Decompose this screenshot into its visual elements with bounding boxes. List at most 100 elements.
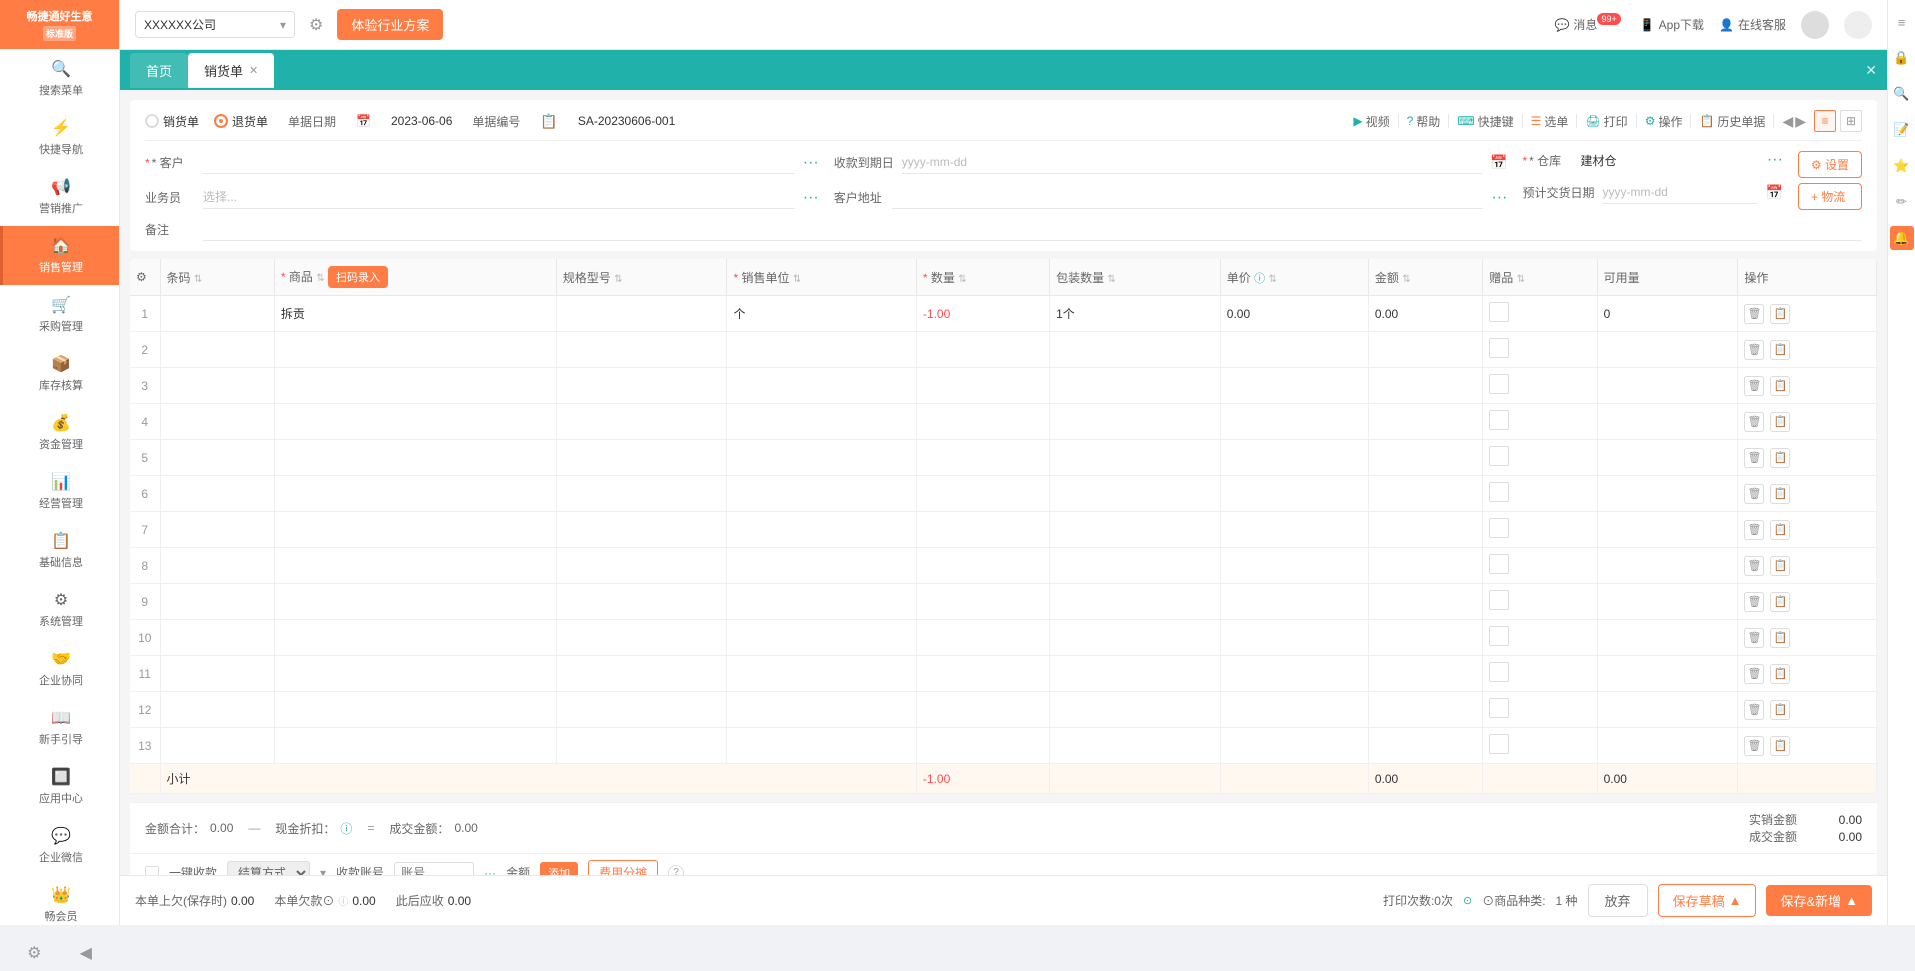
- right-tool-list-icon[interactable]: ≡: [1890, 10, 1914, 34]
- row-product[interactable]: 拆贡: [274, 296, 556, 332]
- sidebar-item-purchase[interactable]: 🛒 采购管理: [0, 285, 119, 344]
- copy-row-icon[interactable]: 📋: [1770, 304, 1790, 324]
- tab-home[interactable]: 首页: [130, 53, 188, 88]
- sidebar-item-basic[interactable]: 📋 基础信息: [0, 521, 119, 580]
- delete-row-icon[interactable]: 🗑: [1744, 412, 1764, 432]
- due-date-calendar-icon[interactable]: 📅: [1490, 154, 1507, 171]
- copy-row-icon[interactable]: 📋: [1770, 628, 1790, 648]
- delete-row-icon[interactable]: 🗑: [1744, 304, 1764, 324]
- sidebar-item-quick-nav[interactable]: ⚡ 快捷导航: [0, 108, 119, 167]
- radio-sales-order[interactable]: 销货单: [145, 113, 199, 130]
- messages-button[interactable]: 💬 消息 99+: [1554, 16, 1624, 33]
- settings-gear-icon[interactable]: ⚙: [305, 11, 327, 39]
- settings-button[interactable]: ⚙ 设置: [1798, 151, 1862, 178]
- settle-method-select[interactable]: 结算方式: [227, 861, 310, 876]
- calendar-icon[interactable]: 📅: [356, 114, 371, 128]
- copy-row-icon[interactable]: 📋: [1770, 664, 1790, 684]
- sidebar-item-inventory[interactable]: 📦 库存核算: [0, 344, 119, 403]
- salesperson-dots-icon[interactable]: ···: [803, 189, 819, 207]
- sidebar-item-search[interactable]: 🔍 搜索菜单: [0, 49, 119, 108]
- sidebar-item-guide[interactable]: 📖 新手引导: [0, 698, 119, 757]
- save-draft-button[interactable]: 保存草稿 ▲: [1658, 884, 1757, 917]
- company-selector[interactable]: XXXXXX公司 ▾: [135, 11, 295, 38]
- row-unit-price[interactable]: 0.00: [1220, 296, 1368, 332]
- row-amount[interactable]: 0.00: [1368, 296, 1482, 332]
- delete-row-icon[interactable]: 🗑: [1744, 664, 1764, 684]
- sidebar-item-apps[interactable]: 🔲 应用中心: [0, 757, 119, 816]
- collapse-icon[interactable]: ◀: [80, 943, 92, 963]
- delete-row-icon[interactable]: 🗑: [1744, 556, 1764, 576]
- delete-row-icon[interactable]: 🗑: [1744, 592, 1764, 612]
- due-date-input[interactable]: [902, 151, 1482, 174]
- sidebar-item-marketing[interactable]: 📢 营销推广: [0, 167, 119, 226]
- right-tool-note-icon[interactable]: 📝: [1890, 118, 1914, 142]
- add-payment-button[interactable]: 添加: [540, 862, 578, 876]
- avatar[interactable]: [1801, 11, 1829, 39]
- trial-button[interactable]: 体验行业方案: [337, 9, 443, 40]
- delete-row-icon[interactable]: 🗑: [1744, 736, 1764, 756]
- expected-date-calendar-icon[interactable]: 📅: [1765, 184, 1782, 201]
- scan-button[interactable]: 扫码录入: [328, 266, 388, 288]
- delete-row-icon[interactable]: 🗑: [1744, 376, 1764, 396]
- sidebar-item-operations[interactable]: 📊 经营管理: [0, 462, 119, 521]
- one-click-checkbox[interactable]: [145, 866, 159, 876]
- app-download-button[interactable]: 📱 App下载: [1640, 16, 1704, 33]
- tab-close-icon[interactable]: ✕: [249, 64, 258, 77]
- copy-row-icon[interactable]: 📋: [1770, 556, 1790, 576]
- delete-row-icon[interactable]: 🗑: [1744, 340, 1764, 360]
- customer-input[interactable]: [203, 151, 795, 174]
- print-btn[interactable]: 🖨 打印: [1585, 113, 1627, 130]
- online-service-button[interactable]: 👤 在线客服: [1719, 16, 1786, 33]
- col-settings[interactable]: ⚙: [130, 259, 160, 296]
- row-gift[interactable]: [1483, 296, 1597, 332]
- warehouse-dots-icon[interactable]: ···: [1767, 151, 1783, 169]
- right-tool-star-icon[interactable]: ⭐: [1890, 154, 1914, 178]
- expense-button[interactable]: 费用分摊: [588, 860, 658, 875]
- save-new-button[interactable]: 保存&新增 ▲: [1766, 885, 1872, 916]
- sidebar-item-finance[interactable]: 💰 资金管理: [0, 403, 119, 462]
- copy-row-icon[interactable]: 📋: [1770, 412, 1790, 432]
- customer-addr-input[interactable]: [892, 186, 1484, 209]
- right-tool-search-icon[interactable]: 🔍: [1890, 82, 1914, 106]
- right-tool-bell-icon[interactable]: 🔔: [1890, 226, 1914, 250]
- sidebar-item-member[interactable]: 👑 畅会员: [0, 875, 119, 934]
- row-spec[interactable]: [556, 296, 727, 332]
- copy-row-icon[interactable]: 📋: [1770, 700, 1790, 720]
- expected-date-input[interactable]: [1602, 181, 1757, 204]
- expense-help-icon[interactable]: ?: [668, 865, 684, 876]
- tab-sales-order[interactable]: 销货单 ✕: [188, 53, 274, 88]
- settings-icon[interactable]: ⚙: [27, 943, 41, 963]
- list-view-btn[interactable]: ≡: [1814, 110, 1836, 132]
- select-btn[interactable]: ☰ 选单: [1531, 113, 1569, 130]
- discard-button[interactable]: 放弃: [1588, 884, 1648, 917]
- sidebar-item-wechat[interactable]: 💬 企业微信: [0, 816, 119, 875]
- delete-row-icon[interactable]: 🗑: [1744, 628, 1764, 648]
- close-all-tabs-icon[interactable]: ✕: [1865, 62, 1877, 79]
- delete-row-icon[interactable]: 🗑: [1744, 520, 1764, 540]
- customer-dots-icon[interactable]: ···: [803, 154, 819, 172]
- sidebar-item-sales[interactable]: 🏠 销售管理: [0, 226, 119, 285]
- copy-row-icon[interactable]: 📋: [1770, 448, 1790, 468]
- row-unit[interactable]: 个: [727, 296, 916, 332]
- radio-return-order[interactable]: 退货单: [214, 113, 268, 130]
- total-owe-help-icon[interactable]: ⓘ: [338, 893, 348, 908]
- sidebar-item-system[interactable]: ⚙ 系统管理: [0, 580, 119, 639]
- right-tool-edit-icon[interactable]: ✏: [1890, 190, 1914, 214]
- right-tool-lock-icon[interactable]: 🔒: [1890, 46, 1914, 70]
- copy-row-icon[interactable]: 📋: [1770, 340, 1790, 360]
- row-qty[interactable]: -1.00: [916, 296, 1049, 332]
- prev-btn[interactable]: ◀: [1782, 113, 1793, 130]
- help-btn[interactable]: ? 帮助: [1407, 113, 1441, 130]
- copy-row-icon[interactable]: 📋: [1770, 520, 1790, 540]
- copy-row-icon[interactable]: 📋: [1770, 592, 1790, 612]
- operation-btn[interactable]: ⚙ 操作: [1645, 113, 1683, 130]
- logistics-button[interactable]: + 物流: [1798, 183, 1862, 210]
- history-btn[interactable]: 📋 历史单据: [1699, 113, 1765, 130]
- account-input[interactable]: [394, 862, 474, 876]
- grid-view-btn[interactable]: ⊞: [1840, 110, 1862, 132]
- video-btn[interactable]: ▶ 视频: [1353, 113, 1389, 130]
- account-dots-icon[interactable]: ···: [484, 866, 496, 876]
- row-barcode[interactable]: [160, 296, 274, 332]
- copy-row-icon[interactable]: 📋: [1770, 736, 1790, 756]
- next-btn[interactable]: ▶: [1795, 113, 1806, 130]
